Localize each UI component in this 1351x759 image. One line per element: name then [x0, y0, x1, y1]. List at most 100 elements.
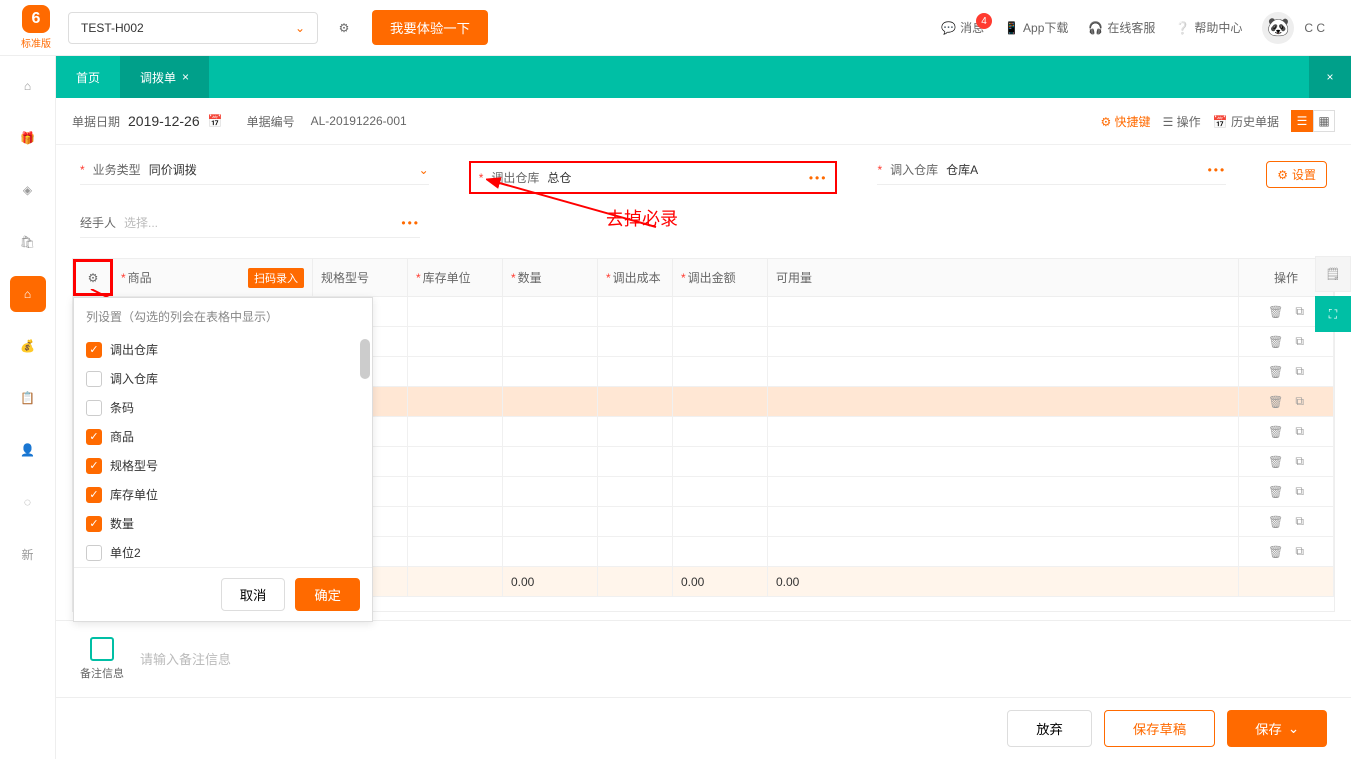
- checkbox[interactable]: ✓: [86, 429, 102, 445]
- help-center-button[interactable]: ❔ 帮助中心: [1175, 19, 1242, 36]
- column-settings-button[interactable]: ⚙: [73, 259, 113, 296]
- delete-icon[interactable]: 🗑: [1268, 485, 1283, 499]
- calendar-icon[interactable]: 📅: [208, 114, 223, 128]
- handler-field[interactable]: 经手人 选择... •••: [80, 214, 420, 238]
- sidebar-loading[interactable]: ◌: [10, 484, 46, 520]
- history-label: 历史单据: [1231, 115, 1279, 129]
- delete-icon[interactable]: 🗑: [1268, 305, 1283, 319]
- out-warehouse-field[interactable]: * 调出仓库 总仓 •••: [469, 161, 838, 194]
- sidebar-home[interactable]: ⌂: [10, 68, 46, 104]
- calendar-icon: 📅: [1213, 115, 1228, 129]
- more-icon[interactable]: •••: [401, 216, 420, 230]
- view-list[interactable]: ☰: [1291, 110, 1313, 132]
- sidebar-clipboard[interactable]: 📋: [10, 380, 46, 416]
- copy-icon[interactable]: ⧉: [1295, 394, 1304, 409]
- shortcut-link[interactable]: ⚙ 快捷键: [1100, 113, 1150, 130]
- column-option[interactable]: ✓商品: [86, 422, 360, 451]
- discard-button[interactable]: 放弃: [1007, 710, 1092, 747]
- checkbox[interactable]: ✓: [86, 487, 102, 503]
- delete-icon[interactable]: 🗑: [1268, 515, 1283, 529]
- column-option[interactable]: ✓数量: [86, 509, 360, 538]
- messages-button[interactable]: 💬 消息 4: [941, 19, 984, 36]
- delete-icon[interactable]: 🗑: [1268, 365, 1283, 379]
- confirm-button[interactable]: 确定: [295, 578, 360, 611]
- float-expand-button[interactable]: ⛶: [1315, 296, 1351, 332]
- delete-icon[interactable]: 🗑: [1268, 545, 1283, 559]
- in-warehouse-field[interactable]: * 调入仓库 仓库A •••: [877, 161, 1226, 185]
- column-option[interactable]: 条码: [86, 393, 360, 422]
- checkbox[interactable]: [86, 371, 102, 387]
- col-qty: *数量: [503, 259, 598, 296]
- popup-list[interactable]: ✓调出仓库调入仓库条码✓商品✓规格型号✓库存单位✓数量单位2: [74, 335, 372, 567]
- sidebar-warehouse[interactable]: ⌂: [10, 276, 46, 312]
- company-select[interactable]: TEST-H002 ⌄: [68, 12, 318, 44]
- save-button[interactable]: 保存 ⌄: [1227, 710, 1327, 747]
- copy-icon[interactable]: ⧉: [1295, 454, 1304, 469]
- remarks-input[interactable]: [140, 652, 1327, 667]
- sidebar-diamond[interactable]: ◈: [10, 172, 46, 208]
- avatar: 🐼: [1262, 12, 1294, 44]
- column-option[interactable]: ✓规格型号: [86, 451, 360, 480]
- trial-button[interactable]: 我要体验一下: [372, 10, 488, 45]
- copy-icon[interactable]: ⧉: [1295, 364, 1304, 379]
- column-option[interactable]: 单位2: [86, 538, 360, 567]
- close-all-tabs[interactable]: ×: [1309, 56, 1351, 98]
- operation-link[interactable]: ☰ 操作: [1163, 113, 1201, 130]
- checkbox[interactable]: ✓: [86, 516, 102, 532]
- scan-badge[interactable]: 扫码录入: [248, 268, 304, 288]
- checkbox[interactable]: ✓: [86, 342, 102, 358]
- gift-icon: 🎁: [20, 131, 35, 145]
- delete-icon[interactable]: 🗑: [1268, 335, 1283, 349]
- message-icon: 💬: [941, 21, 956, 35]
- tab-home[interactable]: 首页: [56, 56, 120, 98]
- close-icon[interactable]: ×: [182, 70, 189, 84]
- column-option[interactable]: ✓库存单位: [86, 480, 360, 509]
- delete-icon[interactable]: 🗑: [1268, 425, 1283, 439]
- view-toggle: ☰ ▦: [1291, 110, 1335, 132]
- copy-icon[interactable]: ⧉: [1295, 544, 1304, 559]
- date-value[interactable]: 2019-12-26: [128, 113, 200, 129]
- checkbox[interactable]: [86, 400, 102, 416]
- delete-icon[interactable]: 🗑: [1268, 455, 1283, 469]
- biz-type-field[interactable]: * 业务类型 同价调拨 ⌄: [80, 161, 429, 185]
- more-icon[interactable]: •••: [1208, 163, 1227, 177]
- save-draft-button[interactable]: 保存草稿: [1104, 710, 1215, 747]
- scrollbar[interactable]: [360, 339, 370, 379]
- in-warehouse-value: 仓库A: [946, 161, 1199, 178]
- money-icon: 💰: [20, 339, 35, 353]
- copy-icon[interactable]: ⧉: [1295, 304, 1304, 319]
- online-service-button[interactable]: 🎧 在线客服: [1088, 19, 1155, 36]
- sidebar-contact[interactable]: 👤: [10, 432, 46, 468]
- history-link[interactable]: 📅 历史单据: [1213, 113, 1279, 130]
- doc-no-label: 单据编号: [247, 113, 295, 130]
- more-icon[interactable]: •••: [809, 171, 828, 185]
- column-option[interactable]: 调入仓库: [86, 364, 360, 393]
- delete-icon[interactable]: 🗑: [1268, 395, 1283, 409]
- column-option[interactable]: ✓调出仓库: [86, 335, 360, 364]
- copy-icon[interactable]: ⧉: [1295, 424, 1304, 439]
- chevron-down-icon: ⌄: [295, 21, 305, 35]
- settings-button[interactable]: ⚙ 设置: [1266, 161, 1327, 188]
- copy-icon[interactable]: ⧉: [1295, 334, 1304, 349]
- view-grid[interactable]: ▦: [1313, 110, 1335, 132]
- copy-icon[interactable]: ⧉: [1295, 484, 1304, 499]
- sidebar-money[interactable]: 💰: [10, 328, 46, 364]
- gear-icon: ⚙: [1277, 168, 1288, 182]
- cancel-button[interactable]: 取消: [221, 578, 286, 611]
- loading-icon: ◌: [24, 495, 31, 509]
- copy-icon[interactable]: ⧉: [1295, 514, 1304, 529]
- biz-type-label: 业务类型: [93, 161, 141, 178]
- sidebar-new[interactable]: 新: [10, 536, 46, 572]
- help-center-label: 帮助中心: [1194, 19, 1242, 36]
- contact-icon: 👤: [20, 443, 35, 457]
- tab-transfer[interactable]: 调拨单 ×: [120, 56, 209, 98]
- user-menu[interactable]: 🐼 C C: [1262, 12, 1325, 44]
- app-download-button[interactable]: 📱 App下载: [1004, 19, 1068, 36]
- checkbox[interactable]: ✓: [86, 458, 102, 474]
- settings-gear-button[interactable]: ⚙: [328, 12, 360, 44]
- sidebar-bag[interactable]: 🛍: [10, 224, 46, 260]
- sidebar-gift[interactable]: 🎁: [10, 120, 46, 156]
- footer-actions: 放弃 保存草稿 保存 ⌄: [56, 697, 1351, 759]
- checkbox[interactable]: [86, 545, 102, 561]
- float-note-button[interactable]: 🗒: [1315, 256, 1351, 292]
